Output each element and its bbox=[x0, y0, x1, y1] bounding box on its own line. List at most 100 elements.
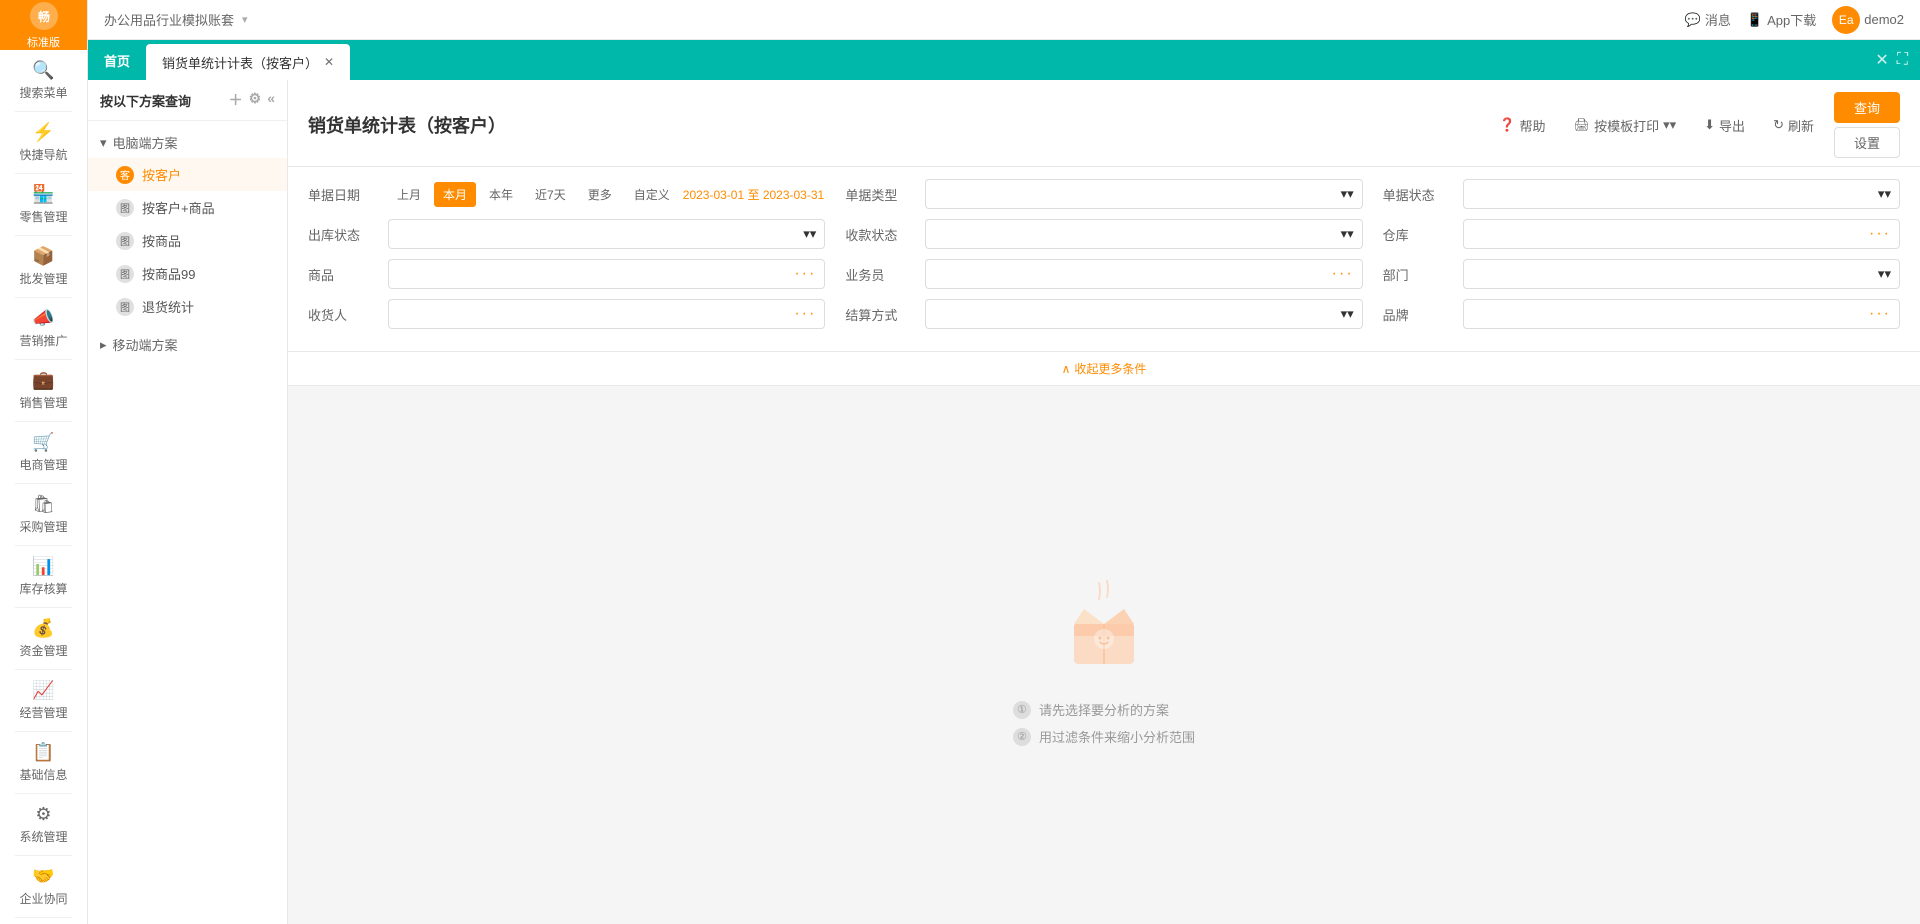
sidebar-item-basic-info[interactable]: 📋 基础信息 bbox=[15, 732, 71, 794]
sidebar-item-purchase-mgmt[interactable]: 🛍 采购管理 bbox=[15, 484, 71, 546]
tip-text-2: 用过滤条件来缩小分析范围 bbox=[1039, 727, 1195, 746]
add-scheme-btn[interactable]: ＋ bbox=[229, 90, 243, 110]
tab-close-icon[interactable]: ✕ bbox=[324, 55, 334, 69]
operations-mgmt-icon: 📈 bbox=[32, 680, 54, 701]
department-select[interactable]: ▾ bbox=[1463, 259, 1900, 289]
desktop-scheme-group[interactable]: ▾ 电脑端方案 bbox=[88, 127, 287, 158]
svg-text:畅: 畅 bbox=[37, 9, 49, 24]
main-container: 办公用品行业模拟账套 💬 消息 📱 App下载 Ea demo2 首页 bbox=[88, 0, 1920, 924]
breadcrumb-dropdown-icon[interactable] bbox=[242, 13, 248, 26]
enterprise-collab-label: 企业协同 bbox=[19, 890, 67, 907]
salesperson-input[interactable]: ··· bbox=[925, 259, 1362, 289]
sidebar-item-sales-mgmt[interactable]: 💼 销售管理 bbox=[15, 360, 71, 422]
ecommerce-mgmt-label: 电商管理 bbox=[19, 456, 67, 473]
settings-btn[interactable]: 设置 bbox=[1834, 127, 1900, 158]
help-label: 帮助 bbox=[1520, 116, 1546, 135]
warehouse-input[interactable]: ··· bbox=[1463, 219, 1900, 249]
consignee-input[interactable]: ··· bbox=[388, 299, 825, 329]
page-actions: ❓ 帮助 🖨 按模板打印 ▾ ⬇ 导出 ↻ 刷新 bbox=[1491, 92, 1900, 158]
by-customer-product-label: 按客户+商品 bbox=[142, 198, 215, 217]
desktop-scheme-label: 电脑端方案 bbox=[113, 133, 178, 152]
date-tab-this-month[interactable]: 本月 bbox=[434, 182, 476, 207]
product-dots: ··· bbox=[794, 265, 816, 283]
tree-item-by-customer-product[interactable]: 图 按客户+商品 bbox=[88, 191, 287, 224]
tab-sales-stat[interactable]: 销货单统计计表（按客户） ✕ bbox=[146, 44, 350, 80]
settlement-label: 结算方式 bbox=[845, 305, 925, 324]
operations-mgmt-label: 经营管理 bbox=[19, 704, 67, 721]
print-label: 按模板打印 bbox=[1594, 116, 1659, 135]
sidebar-item-newbie-guide[interactable]: 🎯 新手引导 bbox=[15, 918, 71, 924]
empty-illustration bbox=[1049, 569, 1159, 679]
warehouse-dots: ··· bbox=[1869, 225, 1891, 243]
collapse-panel-btn[interactable]: « bbox=[267, 90, 275, 110]
tab-home[interactable]: 首页 bbox=[88, 40, 146, 80]
consignee-control[interactable]: ··· bbox=[388, 299, 825, 329]
export-btn[interactable]: ⬇ 导出 bbox=[1696, 112, 1753, 139]
product-input[interactable]: ··· bbox=[388, 259, 825, 289]
tab-close-btn[interactable]: ✕ bbox=[1875, 50, 1888, 70]
sidebar-item-retail-mgmt[interactable]: 🏪 零售管理 bbox=[15, 174, 71, 236]
sidebar-item-marketing[interactable]: 📣 营销推广 bbox=[15, 298, 71, 360]
sidebar-item-enterprise-collab[interactable]: 🤝 企业协同 bbox=[15, 856, 71, 918]
sidebar-item-ecommerce-mgmt[interactable]: 🛒 电商管理 bbox=[15, 422, 71, 484]
user-profile-btn[interactable]: Ea demo2 bbox=[1832, 6, 1904, 34]
date-tab-custom[interactable]: 自定义 bbox=[625, 182, 679, 207]
settlement-control[interactable]: ▾ bbox=[925, 299, 1362, 329]
payment-status-label: 收款状态 bbox=[845, 225, 925, 244]
date-tab-last-month[interactable]: 上月 bbox=[388, 182, 430, 207]
doc-status-select[interactable]: ▾ bbox=[1463, 179, 1900, 209]
avatar: Ea bbox=[1832, 6, 1860, 34]
collapse-bar[interactable]: ∧ 收起更多条件 bbox=[288, 352, 1920, 386]
mobile-scheme-label: 移动端方案 bbox=[113, 335, 178, 354]
date-tab-this-year[interactable]: 本年 bbox=[480, 182, 522, 207]
logo-subtitle: 标准版 bbox=[27, 34, 60, 50]
payment-status-select[interactable]: ▾ bbox=[925, 219, 1362, 249]
tab-expand-btn[interactable]: ⛶ bbox=[1897, 51, 1908, 69]
doc-type-select[interactable]: ▾ bbox=[925, 179, 1362, 209]
department-control[interactable]: ▾ bbox=[1463, 259, 1900, 289]
delivery-status-label: 出库状态 bbox=[308, 225, 388, 244]
warehouse-control[interactable]: ··· bbox=[1463, 219, 1900, 249]
sidebar-item-finance-mgmt[interactable]: 💰 资金管理 bbox=[15, 608, 71, 670]
tree-item-by-product[interactable]: 图 按商品 bbox=[88, 224, 287, 257]
tree-item-by-product-99[interactable]: 图 按商品99 bbox=[88, 257, 287, 290]
tree-item-by-customer[interactable]: 客 按客户 bbox=[88, 158, 287, 191]
mobile-scheme-group[interactable]: ▸ 移动端方案 bbox=[88, 329, 287, 360]
message-btn[interactable]: 💬 消息 bbox=[1685, 10, 1731, 29]
help-btn[interactable]: ❓ 帮助 bbox=[1491, 112, 1553, 139]
sidebar-item-operations-mgmt[interactable]: 📈 经营管理 bbox=[15, 670, 71, 732]
app-logo[interactable]: 畅 标准版 bbox=[0, 0, 88, 50]
refresh-btn[interactable]: ↻ 刷新 bbox=[1765, 112, 1822, 139]
export-icon: ⬇ bbox=[1704, 117, 1715, 133]
doc-status-control[interactable]: ▾ bbox=[1463, 179, 1900, 209]
sidebar-item-quick-nav[interactable]: ⚡ 快捷导航 bbox=[15, 112, 71, 174]
sidebar-item-inventory-check[interactable]: 📊 库存核算 bbox=[15, 546, 71, 608]
print-btn[interactable]: 🖨 按模板打印 ▾ bbox=[1566, 112, 1685, 139]
product-control[interactable]: ··· bbox=[388, 259, 825, 289]
tree-item-return-stats[interactable]: 图 退货统计 bbox=[88, 290, 287, 323]
date-tab-last-7-days[interactable]: 近7天 bbox=[526, 182, 575, 207]
sidebar-item-system-mgmt[interactable]: ⚙ 系统管理 bbox=[15, 794, 71, 856]
tree-items: 客 按客户 图 按客户+商品 图 按商品 图 按商品99 图 退货统计 bbox=[88, 158, 287, 323]
salesperson-control[interactable]: ··· bbox=[925, 259, 1362, 289]
right-panel: 销货单统计表（按客户） ❓ 帮助 🖨 按模板打印 ▾ ⬇ 导出 bbox=[288, 80, 1920, 924]
sidebar-item-wholesale-mgmt[interactable]: 📦 批发管理 bbox=[15, 236, 71, 298]
header-breadcrumb-area: 办公用品行业模拟账套 bbox=[104, 10, 248, 29]
tip-num-1: ① bbox=[1013, 701, 1031, 719]
sidebar-item-search-menu[interactable]: 🔍 搜索菜单 bbox=[15, 50, 71, 112]
payment-status-control[interactable]: ▾ bbox=[925, 219, 1362, 249]
brand-control[interactable]: ··· bbox=[1463, 299, 1900, 329]
delivery-status-select[interactable]: ▾ bbox=[388, 219, 825, 249]
brand-input[interactable]: ··· bbox=[1463, 299, 1900, 329]
delivery-status-arrow: ▾ bbox=[803, 226, 816, 242]
date-tab-more[interactable]: 更多 bbox=[579, 182, 621, 207]
scheme-settings-btn[interactable]: ⚙ bbox=[249, 90, 262, 110]
delivery-status-control[interactable]: ▾ bbox=[388, 219, 825, 249]
settlement-select[interactable]: ▾ bbox=[925, 299, 1362, 329]
by-product-label: 按商品 bbox=[142, 231, 181, 250]
doc-type-control[interactable]: ▾ bbox=[925, 179, 1362, 209]
filter-row-2: 出库状态 ▾ 收款状态 ▾ 仓库 bbox=[308, 219, 1900, 249]
query-btn[interactable]: 查询 bbox=[1834, 92, 1900, 123]
purchase-mgmt-icon: 🛍 bbox=[32, 494, 55, 515]
app-download-btn[interactable]: 📱 App下载 bbox=[1747, 10, 1816, 29]
